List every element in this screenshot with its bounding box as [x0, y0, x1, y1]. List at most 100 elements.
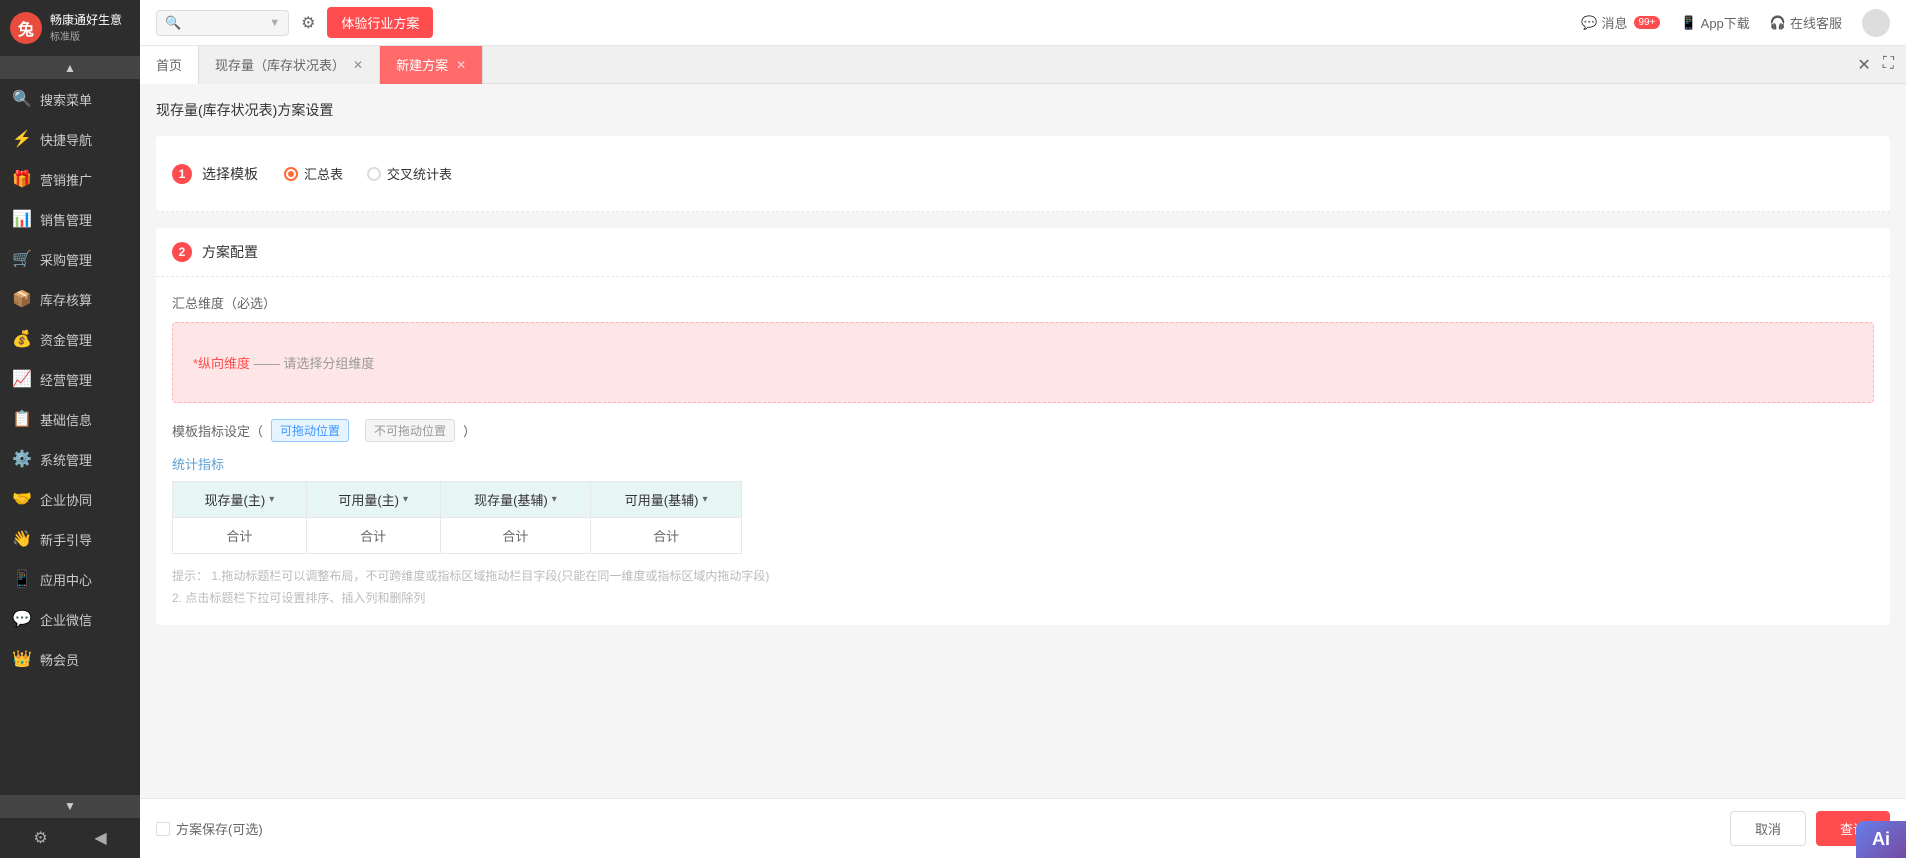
- no-drag-badge: 不可拖动位置: [365, 419, 455, 442]
- sidebar-item-label: 企业协同: [40, 490, 92, 509]
- search-icon: 🔍: [12, 89, 32, 109]
- tab-home-label: 首页: [156, 55, 182, 74]
- sidebar-item-member[interactable]: 👑 畅会员: [0, 639, 140, 679]
- tab-new-plan-close[interactable]: ✕: [456, 58, 466, 72]
- message-btn[interactable]: 💬 消息 99+: [1581, 13, 1660, 32]
- sidebar-item-newbie[interactable]: 👋 新手引导: [0, 519, 140, 559]
- mobile-icon: 📱: [12, 569, 32, 589]
- sidebar-item-basic-info[interactable]: 📋 基础信息: [0, 399, 140, 439]
- tab-inventory[interactable]: 现存量（库存状况表） ✕: [199, 46, 380, 84]
- sidebar-item-enterprise[interactable]: 🤝 企业协同: [0, 479, 140, 519]
- topbar-right: 💬 消息 99+ 📱 App下载 🎧 在线客服: [1581, 9, 1890, 37]
- ai-badge[interactable]: Ai: [1856, 821, 1906, 858]
- save-option[interactable]: 方案保存(可选): [156, 819, 263, 838]
- money-icon: 💰: [12, 329, 32, 349]
- radio-dot-cross: [367, 167, 381, 181]
- sidebar-item-app-center[interactable]: 📱 应用中心: [0, 559, 140, 599]
- quick-nav-icon: ⚡: [12, 129, 32, 149]
- online-service-label: 在线客服: [1790, 13, 1842, 32]
- clipboard-icon: 📋: [12, 409, 32, 429]
- window-controls: ✕ ⛶: [1853, 55, 1906, 75]
- sidebar-item-quick-nav[interactable]: ⚡ 快捷导航: [0, 119, 140, 159]
- sidebar-item-search[interactable]: 🔍 搜索菜单: [0, 79, 140, 119]
- sidebar-item-system[interactable]: ⚙️ 系统管理: [0, 439, 140, 479]
- collapse-icon[interactable]: ◀: [94, 828, 106, 848]
- box-icon: 📦: [12, 289, 32, 309]
- sidebar-item-sales[interactable]: 📊 销售管理: [0, 199, 140, 239]
- tab-new-plan[interactable]: 新建方案 ✕: [380, 46, 483, 84]
- gift-icon: 🎁: [12, 169, 32, 189]
- col-header-3[interactable]: 现存量(基辅) ▾: [440, 482, 591, 518]
- user-avatar[interactable]: [1862, 9, 1890, 37]
- chevron-down-icon: ▾: [403, 494, 408, 505]
- save-checkbox[interactable]: [156, 822, 170, 836]
- settings-gear-icon[interactable]: ⚙: [301, 13, 315, 33]
- save-label: 方案保存(可选): [176, 819, 263, 838]
- tab-inventory-close[interactable]: ✕: [353, 58, 363, 72]
- hints-section: 提示： 1.拖动标题栏可以调整布局，不可跨维度或指标区域拖动栏目字段(只能在同一…: [172, 566, 1874, 609]
- stats-table: 现存量(主) ▾ 可用量(主) ▾: [172, 481, 742, 554]
- sidebar-item-label: 应用中心: [40, 570, 92, 589]
- step2-content: 汇总维度（必选） *纵向维度 —— 请选择分组维度 模板指标设定（ 可拖动位置 …: [156, 277, 1890, 625]
- hint-1: 提示： 1.拖动标题栏可以调整布局，不可跨维度或指标区域拖动栏目字段(只能在同一…: [172, 566, 1874, 588]
- chart-icon: 📊: [12, 209, 32, 229]
- col-header-2[interactable]: 可用量(主) ▾: [306, 482, 440, 518]
- chevron-down-icon: ▾: [702, 494, 707, 505]
- gear-icon: ⚙️: [12, 449, 32, 469]
- vertical-dim-placeholder: 请选择分组维度: [283, 356, 374, 371]
- dropdown-icon[interactable]: ▼: [269, 17, 280, 29]
- sidebar-scroll-down[interactable]: ▼: [0, 795, 140, 817]
- trial-btn[interactable]: 体验行业方案: [327, 7, 433, 38]
- handshake-icon: 🤝: [12, 489, 32, 509]
- sidebar-item-label: 新手引导: [40, 530, 92, 549]
- radio-cross[interactable]: 交叉统计表: [367, 164, 452, 183]
- draggable-badge: 可拖动位置: [271, 419, 349, 442]
- indicator-setting-label: 模板指标设定（: [172, 421, 263, 440]
- sidebar-item-label: 销售管理: [40, 210, 92, 229]
- cell-1-2: 合计: [306, 518, 440, 554]
- content-area: 现存量(库存状况表)方案设置 1 选择模板 汇总表 交叉统计表: [140, 84, 1906, 798]
- app-logo: 兔 畅康通好生意 标准版: [0, 0, 140, 57]
- col-header-1[interactable]: 现存量(主) ▾: [173, 482, 307, 518]
- sidebar-bottom: ⚙ ◀: [0, 817, 140, 858]
- tab-new-plan-label: 新建方案: [396, 55, 448, 74]
- step2-header: 2 方案配置: [156, 228, 1890, 277]
- indicator-setting: 模板指标设定（ 可拖动位置 不可拖动位置 ）: [172, 419, 1874, 442]
- window-close-btn[interactable]: ✕: [1853, 55, 1874, 75]
- app-download-btn[interactable]: 📱 App下载: [1680, 13, 1749, 32]
- sidebar-item-label: 畅会员: [40, 650, 79, 669]
- summary-dim-label: 汇总维度（必选）: [172, 293, 1874, 312]
- dimension-box[interactable]: *纵向维度 —— 请选择分组维度: [172, 322, 1874, 403]
- bottom-bar: 方案保存(可选) 取消 查询: [140, 798, 1906, 858]
- sidebar-item-stock[interactable]: 📦 库存核算: [0, 279, 140, 319]
- cancel-button[interactable]: 取消: [1730, 811, 1806, 846]
- crown-icon: 👑: [12, 649, 32, 669]
- message-badge: 99+: [1634, 16, 1661, 29]
- chevron-down-icon: ▾: [269, 494, 274, 505]
- sidebar-item-finance[interactable]: 💰 资金管理: [0, 319, 140, 359]
- search-input[interactable]: [185, 16, 265, 30]
- app-version: 标准版: [50, 28, 122, 43]
- col-header-4[interactable]: 可用量(基辅) ▾: [591, 482, 742, 518]
- step1-label: 选择模板: [202, 164, 258, 184]
- chat-icon: 💬: [12, 609, 32, 629]
- app-download-label: App下载: [1701, 13, 1750, 32]
- radio-summary[interactable]: 汇总表: [284, 164, 343, 183]
- settings-icon[interactable]: ⚙: [33, 828, 47, 848]
- cell-1-1: 合计: [173, 518, 307, 554]
- sidebar-item-wechat[interactable]: 💬 企业微信: [0, 599, 140, 639]
- tab-home[interactable]: 首页: [140, 46, 199, 84]
- window-expand-btn[interactable]: ⛶: [1879, 55, 1898, 75]
- sidebar-item-label: 企业微信: [40, 610, 92, 629]
- tabbar: 首页 现存量（库存状况表） ✕ 新建方案 ✕ ✕ ⛶: [140, 46, 1906, 84]
- online-service-btn[interactable]: 🎧 在线客服: [1770, 13, 1842, 32]
- sidebar-scroll-up[interactable]: ▲: [0, 57, 140, 79]
- cell-1-3: 合计: [440, 518, 591, 554]
- sidebar-item-label: 营销推广: [40, 170, 92, 189]
- sidebar-item-purchase[interactable]: 🛒 采购管理: [0, 239, 140, 279]
- topbar-search-box[interactable]: 🔍 ▼: [156, 10, 289, 36]
- sidebar-item-marketing[interactable]: 🎁 营销推广: [0, 159, 140, 199]
- sidebar-item-operations[interactable]: 📈 经营管理: [0, 359, 140, 399]
- cell-1-4: 合计: [591, 518, 742, 554]
- step2-number: 2: [172, 242, 192, 262]
